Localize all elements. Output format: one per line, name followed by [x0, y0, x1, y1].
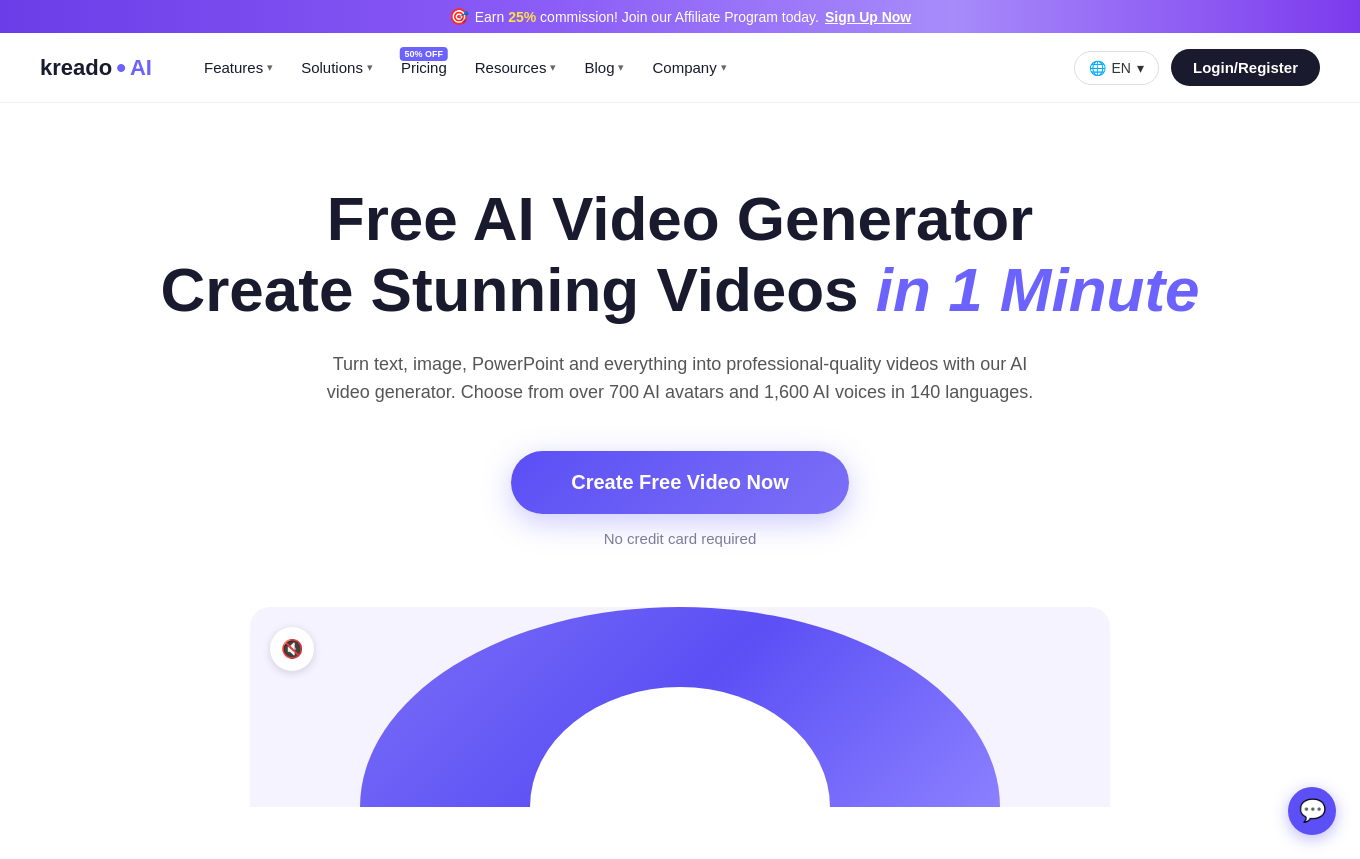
banner-text: Earn 25% commission! Join our Affiliate …: [475, 9, 819, 25]
language-selector[interactable]: 🌐 EN ▾: [1074, 51, 1159, 85]
mute-icon: 🔇: [281, 638, 303, 660]
navbar: kreado•AI Features ▾ Solutions ▾ 50% OFF…: [0, 33, 1360, 103]
no-credit-text: No credit card required: [604, 530, 757, 547]
nav-item-resources[interactable]: Resources ▾: [463, 51, 569, 84]
nav-label-solutions: Solutions: [301, 59, 363, 76]
banner-icon: 🎯: [449, 7, 469, 26]
nav-links: Features ▾ Solutions ▾ 50% OFF Pricing R…: [192, 51, 1074, 84]
hero-section: Free AI Video Generator Create Stunning …: [0, 103, 1360, 587]
logo[interactable]: kreado•AI: [40, 52, 152, 84]
chat-widget[interactable]: 💬: [1288, 787, 1336, 807]
login-register-button[interactable]: Login/Register: [1171, 49, 1320, 86]
nav-label-resources: Resources: [475, 59, 547, 76]
nav-label-pricing: Pricing: [401, 59, 447, 76]
chevron-down-icon: ▾: [267, 61, 273, 74]
mute-button[interactable]: 🔇: [270, 627, 314, 671]
video-preview: 🔇: [250, 607, 1110, 807]
logo-text: kreado: [40, 55, 112, 81]
nav-label-features: Features: [204, 59, 263, 76]
create-video-button[interactable]: Create Free Video Now: [511, 451, 848, 514]
nav-label-blog: Blog: [584, 59, 614, 76]
nav-item-features[interactable]: Features ▾: [192, 51, 285, 84]
nav-label-company: Company: [652, 59, 716, 76]
hero-description: Turn text, image, PowerPoint and everyth…: [320, 350, 1040, 408]
hero-title-line2-colored: in 1 Minute: [876, 255, 1200, 324]
chat-icon: 💬: [1299, 798, 1326, 807]
hero-title-line1: Free AI Video Generator: [327, 184, 1033, 253]
chevron-down-icon: ▾: [1137, 60, 1144, 76]
top-banner: 🎯 Earn 25% commission! Join our Affiliat…: [0, 0, 1360, 33]
hero-title: Free AI Video Generator Create Stunning …: [40, 183, 1320, 326]
nav-item-pricing[interactable]: 50% OFF Pricing: [389, 51, 459, 84]
banner-signup-link[interactable]: Sign Up Now: [825, 9, 911, 25]
hero-title-line2-plain: Create Stunning Videos: [160, 255, 858, 324]
cta-section: Create Free Video Now No credit card req…: [40, 451, 1320, 547]
globe-icon: 🌐: [1089, 60, 1106, 76]
chevron-down-icon: ▾: [721, 61, 727, 74]
nav-item-blog[interactable]: Blog ▾: [572, 51, 636, 84]
chevron-down-icon: ▾: [367, 61, 373, 74]
chevron-down-icon: ▾: [618, 61, 624, 74]
lang-label: EN: [1112, 60, 1131, 76]
chevron-down-icon: ▾: [550, 61, 556, 74]
nav-item-solutions[interactable]: Solutions ▾: [289, 51, 385, 84]
video-preview-container: 🔇: [180, 607, 1180, 807]
logo-ai: AI: [130, 55, 152, 81]
nav-right: 🌐 EN ▾ Login/Register: [1074, 49, 1320, 86]
nav-item-company[interactable]: Company ▾: [640, 51, 738, 84]
banner-highlight: 25%: [508, 9, 536, 25]
logo-dot: •: [116, 52, 126, 84]
pricing-badge: 50% OFF: [400, 47, 449, 61]
